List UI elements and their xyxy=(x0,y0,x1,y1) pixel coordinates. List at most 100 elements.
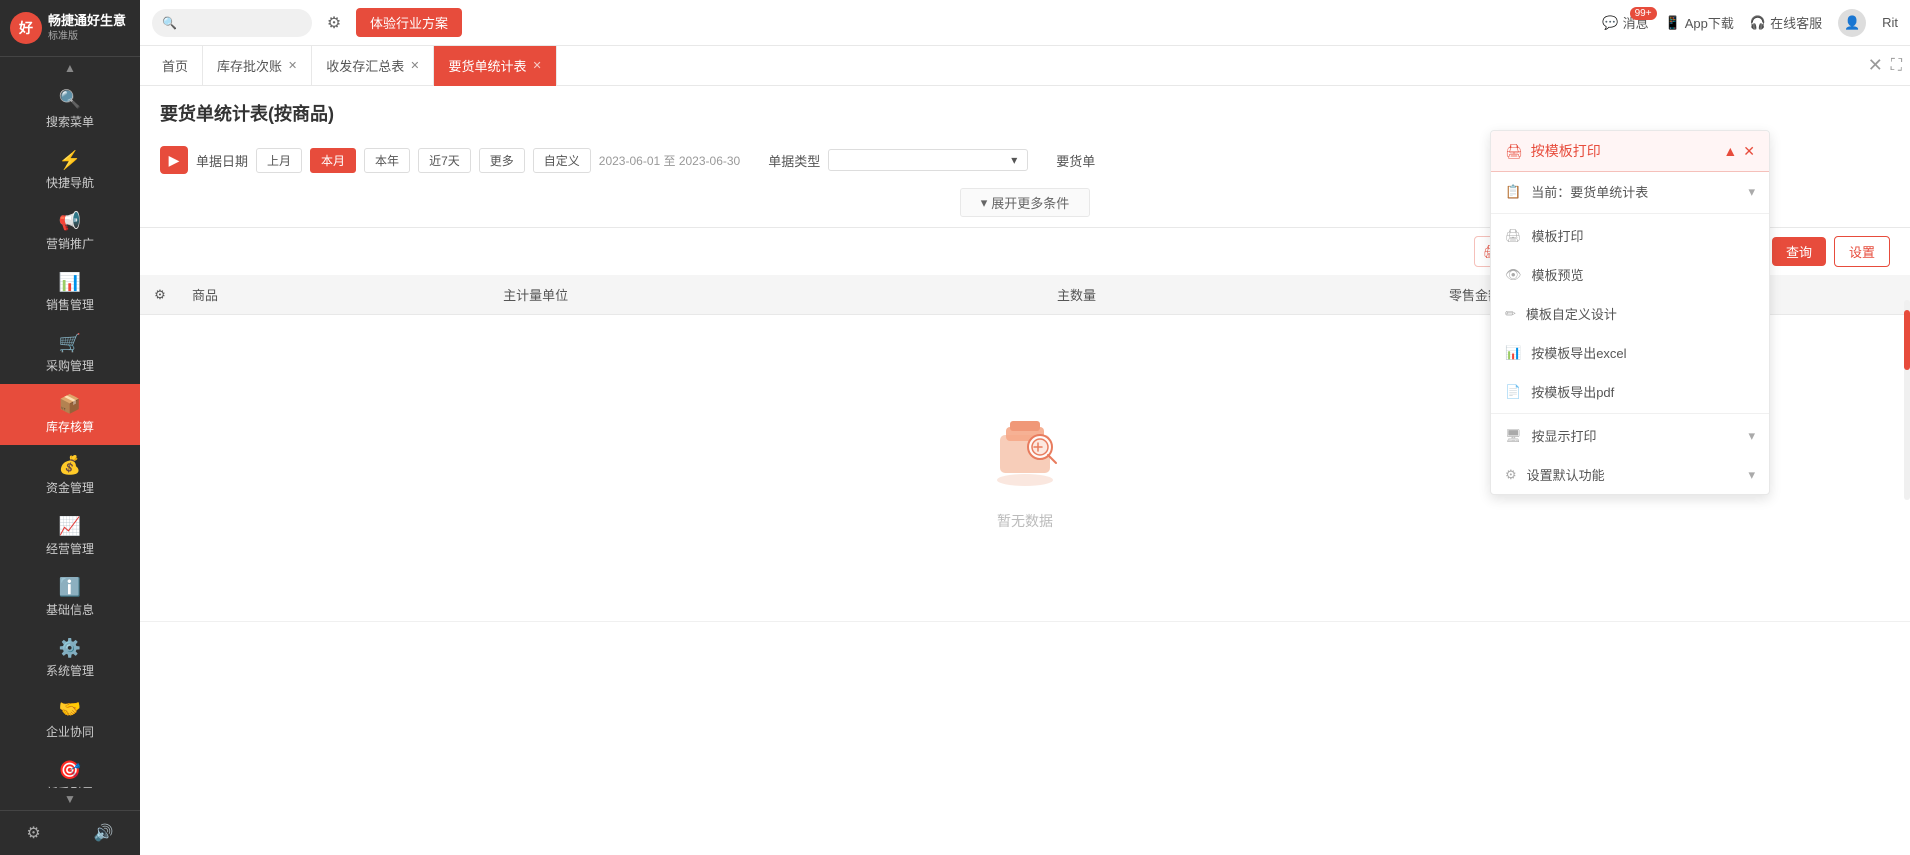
sidebar-item-system[interactable]: ⚙️ 系统管理 xyxy=(0,628,140,689)
print-dropdown-menu: 🖨 按模板打印 ▲ ✕ 📋 当前：要货单统计表 ▾ 🖨 模板打印 👁 模板预览 … xyxy=(1490,130,1770,495)
dropdown-item-template-preview[interactable]: 👁 模板预览 xyxy=(1491,255,1769,294)
sidebar-scroll-down[interactable]: ▼ xyxy=(0,788,140,810)
empty-state-icon xyxy=(980,405,1070,495)
user-avatar[interactable]: 👤 xyxy=(1838,9,1866,37)
tab-order-stats[interactable]: 要货单统计表 ✕ xyxy=(434,46,556,86)
scrollbar-indicator[interactable] xyxy=(1904,300,1910,500)
dropdown-print-icon: 🖨 xyxy=(1505,143,1523,160)
notification-icon: 💬 xyxy=(1602,15,1618,31)
dropdown-current-item[interactable]: 📋 当前：要货单统计表 ▾ xyxy=(1491,172,1769,211)
date-btn-more[interactable]: 更多 xyxy=(479,148,525,173)
tab-receipts-summary[interactable]: 收发存汇总表 ✕ xyxy=(312,46,434,86)
dropdown-template-print-icon: 🖨 xyxy=(1505,228,1522,244)
sidebar-item-cooperation[interactable]: 🤝 企业协同 xyxy=(0,689,140,750)
date-range-text: 2023-06-01 至 2023-06-30 xyxy=(599,152,740,169)
dropdown-item-export-pdf[interactable]: 📄 按模板导出pdf xyxy=(1491,372,1769,411)
dropdown-item-template-custom[interactable]: ✏ 模板自定义设计 xyxy=(1491,294,1769,333)
empty-state-text: 暂无数据 xyxy=(997,511,1053,531)
tabs-expand-btn[interactable]: ⛶ xyxy=(1891,57,1902,75)
app-download-btn[interactable]: 📱 App下载 xyxy=(1665,13,1734,32)
sidebar-item-purchase[interactable]: 🛒 采购管理 xyxy=(0,323,140,384)
order-type-dropdown[interactable]: ▾ xyxy=(828,149,1028,171)
dropdown-display-print-left: 🖥 按显示打印 xyxy=(1505,426,1597,445)
dropdown-display-print[interactable]: 🖥 按显示打印 ▾ xyxy=(1491,416,1769,455)
audio-bottom-btn[interactable]: 🔊 xyxy=(86,819,122,847)
dropdown-collapse-icon[interactable]: ▲ xyxy=(1723,143,1737,159)
sidebar-logo: 好 畅捷通好生意 标准版 xyxy=(0,0,140,57)
online-service-btn[interactable]: 🎧 在线客服 xyxy=(1750,13,1822,32)
sidebar-item-inventory[interactable]: 📦 库存核算 xyxy=(0,384,140,445)
sidebar-item-operations[interactable]: 📈 经营管理 xyxy=(0,506,140,567)
th-settings[interactable]: ⚙ xyxy=(140,275,180,315)
online-service-label: 在线客服 xyxy=(1770,13,1822,32)
date-btn-this-month[interactable]: 本月 xyxy=(310,148,356,173)
query-button[interactable]: 查询 xyxy=(1772,237,1826,266)
settings-button[interactable]: 设置 xyxy=(1834,236,1890,267)
topbar: 🔍 ⚙ 体验行业方案 💬 消息 99+ 📱 App下载 🎧 在线客服 👤 Rit xyxy=(140,0,1910,46)
expand-more-button[interactable]: ▾ 展开更多条件 xyxy=(960,188,1091,217)
tab-order-stats-close[interactable]: ✕ xyxy=(533,59,542,72)
sidebar-item-label: 经营管理 xyxy=(46,540,94,557)
expand-more-chevron-icon: ▾ xyxy=(981,195,988,211)
dropdown-header-right: ▲ ✕ xyxy=(1723,143,1755,160)
sidebar-item-base-info[interactable]: ℹ️ 基础信息 xyxy=(0,567,140,628)
sidebar-logo-text: 畅捷通好生意 标准版 xyxy=(48,13,126,43)
tab-home[interactable]: 首页 xyxy=(148,46,203,86)
dropdown-doc-icon: 📋 xyxy=(1505,184,1521,200)
tabs-bar: 首页 库存批次账 ✕ 收发存汇总表 ✕ 要货单统计表 ✕ ✕ ⛶ xyxy=(140,46,1910,86)
sidebar-item-guide[interactable]: 🎯 新手引导 xyxy=(0,750,140,788)
tab-receipts-summary-close[interactable]: ✕ xyxy=(410,59,419,72)
dropdown-item-export-excel[interactable]: 📊 按模板导出excel xyxy=(1491,333,1769,372)
inventory-icon: 📦 xyxy=(59,394,81,415)
sales-icon: 📊 xyxy=(59,272,81,293)
sidebar-item-label: 搜索菜单 xyxy=(46,113,94,130)
app-logo-icon: 好 xyxy=(10,12,42,44)
tab-inventory-batch[interactable]: 库存批次账 ✕ xyxy=(203,46,312,86)
dropdown-default-func-left: ⚙ 设置默认功能 xyxy=(1505,465,1605,484)
th-unit: 主计量单位 xyxy=(491,275,1045,315)
dropdown-default-func[interactable]: ⚙ 设置默认功能 ▾ xyxy=(1491,455,1769,494)
date-btn-last-month[interactable]: 上月 xyxy=(256,148,302,173)
order-type-label: 单据类型 xyxy=(768,151,820,170)
sidebar-item-sales[interactable]: 📊 销售管理 xyxy=(0,262,140,323)
topbar-right: 💬 消息 99+ 📱 App下载 🎧 在线客服 👤 Rit xyxy=(1602,9,1898,37)
dropdown-display-print-label: 按显示打印 xyxy=(1532,426,1597,445)
dropdown-export-pdf-icon: 📄 xyxy=(1505,384,1521,400)
notification-badge: 99+ xyxy=(1630,7,1657,20)
tab-inventory-batch-close[interactable]: ✕ xyxy=(288,59,297,72)
filter-expand-icon[interactable]: ▶ xyxy=(160,146,188,174)
sidebar-scroll-up[interactable]: ▲ xyxy=(0,57,140,79)
online-service-icon: 🎧 xyxy=(1750,15,1766,31)
marketing-icon: 📢 xyxy=(59,211,81,232)
dropdown-export-pdf-label: 按模板导出pdf xyxy=(1531,382,1614,401)
topbar-left: 🔍 ⚙ 体验行业方案 xyxy=(152,8,462,37)
sidebar-item-finance[interactable]: 💰 资金管理 xyxy=(0,445,140,506)
date-btn-custom[interactable]: 自定义 xyxy=(533,148,591,173)
dropdown-template-custom-label: 模板自定义设计 xyxy=(1526,304,1617,323)
sidebar-item-label: 采购管理 xyxy=(46,357,94,374)
notification-btn[interactable]: 💬 消息 99+ xyxy=(1602,13,1648,32)
sidebar-item-quick-nav[interactable]: ⚡ 快捷导航 xyxy=(0,140,140,201)
table-settings-icon[interactable]: ⚙ xyxy=(154,287,166,302)
dropdown-divider-1 xyxy=(1491,213,1769,214)
dropdown-item-template-print[interactable]: 🖨 模板打印 xyxy=(1491,216,1769,255)
date-btn-7days[interactable]: 近7天 xyxy=(418,148,471,173)
dropdown-default-func-chevron: ▾ xyxy=(1748,467,1755,483)
sidebar-item-search[interactable]: 🔍 搜索菜单 xyxy=(0,79,140,140)
sidebar-nav: 🔍 搜索菜单 ⚡ 快捷导航 📢 营销推广 📊 销售管理 🛒 采购管理 📦 库存核… xyxy=(0,79,140,788)
topbar-gear-btn[interactable]: ⚙ xyxy=(320,9,348,37)
app-download-label: App下载 xyxy=(1685,13,1734,32)
tab-home-label: 首页 xyxy=(162,56,188,75)
dropdown-export-excel-label: 按模板导出excel xyxy=(1531,343,1626,362)
tabs-right: ✕ ⛶ xyxy=(1868,55,1902,76)
settings-bottom-btn[interactable]: ⚙ xyxy=(18,819,48,847)
dropdown-template-print-label: 模板打印 xyxy=(1532,226,1584,245)
date-btn-this-year[interactable]: 本年 xyxy=(364,148,410,173)
sidebar-item-label: 资金管理 xyxy=(46,479,94,496)
topbar-search-box[interactable]: 🔍 xyxy=(152,9,312,37)
trial-industry-button[interactable]: 体验行业方案 xyxy=(356,8,462,37)
dropdown-close-icon[interactable]: ✕ xyxy=(1743,143,1755,160)
sidebar-item-marketing[interactable]: 📢 营销推广 xyxy=(0,201,140,262)
sidebar: 好 畅捷通好生意 标准版 ▲ 🔍 搜索菜单 ⚡ 快捷导航 📢 营销推广 📊 销售… xyxy=(0,0,140,855)
tabs-close-all-btn[interactable]: ✕ xyxy=(1868,55,1883,76)
